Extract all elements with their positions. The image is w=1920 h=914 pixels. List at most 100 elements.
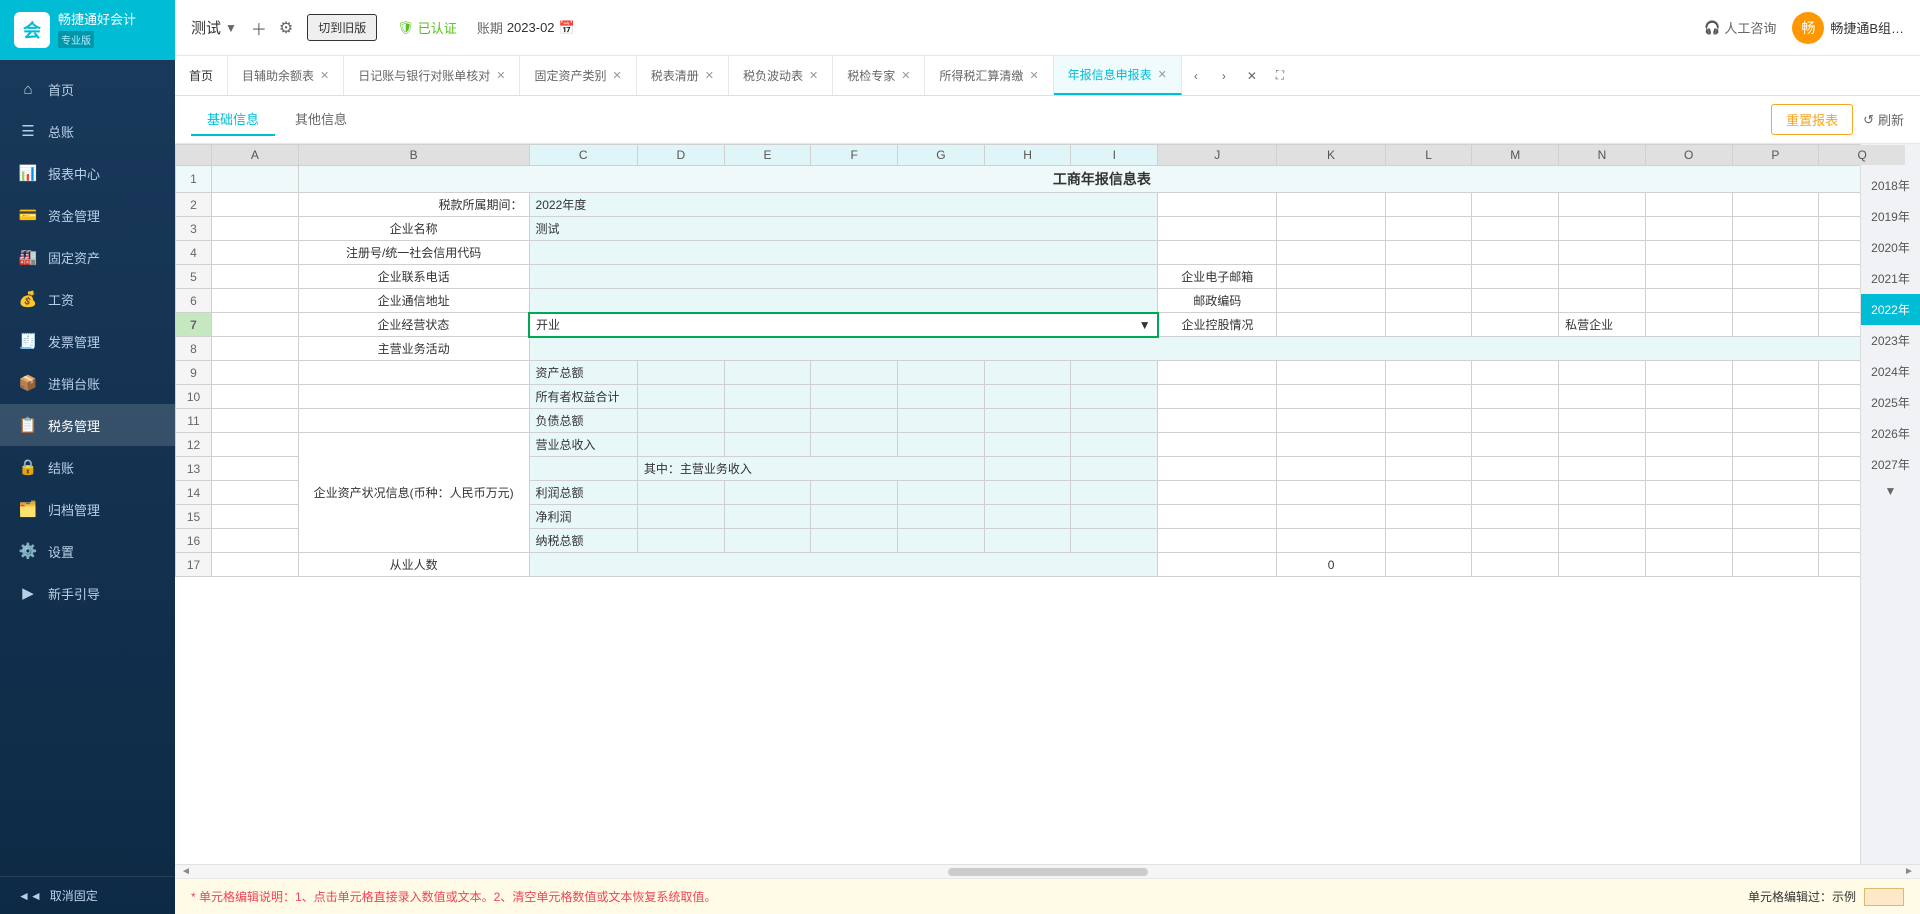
cell-9-p[interactable] <box>1732 361 1819 385</box>
cell-14-p[interactable] <box>1732 481 1819 505</box>
cell-14-o[interactable] <box>1645 481 1732 505</box>
cell-7-dropdown[interactable]: 开业 ▼ <box>529 313 1158 337</box>
tab-next-button[interactable]: › <box>1210 56 1238 95</box>
sidebar-item-close[interactable]: 🔒 结账 <box>0 446 175 488</box>
tab-home[interactable]: 首页 <box>175 56 228 95</box>
cell-12-d[interactable] <box>637 433 724 457</box>
cell-17-c[interactable] <box>529 553 1158 577</box>
cell-16-h[interactable] <box>984 529 1071 553</box>
cell-4-l[interactable] <box>1385 241 1472 265</box>
tab-annualreport[interactable]: 年报信息申报表 ✕ <box>1054 56 1182 95</box>
cell-7-j[interactable]: 企业控股情况 <box>1158 313 1277 337</box>
sheet-main[interactable]: A B C D E F G H I J K L <box>175 144 1906 864</box>
cell-13-k[interactable] <box>1277 457 1385 481</box>
sidebar-item-inventory[interactable]: 📦 进销台账 <box>0 362 175 404</box>
cell-15-k[interactable] <box>1277 505 1385 529</box>
cell-15-g[interactable] <box>898 505 985 529</box>
cell-9-e[interactable] <box>724 361 811 385</box>
tab-annualreport-close[interactable]: ✕ <box>1158 68 1167 81</box>
hscroll-thumb[interactable] <box>948 868 1148 876</box>
cell-4-k[interactable] <box>1277 241 1385 265</box>
cell-13-n[interactable] <box>1559 457 1646 481</box>
cell-16-n[interactable] <box>1559 529 1646 553</box>
cell-4-c[interactable] <box>529 241 1158 265</box>
cell-15-c[interactable]: 净利润 <box>529 505 637 529</box>
cell-11-g[interactable] <box>898 409 985 433</box>
cell-10-c[interactable]: 所有者权益合计 <box>529 385 637 409</box>
cell-6-o[interactable] <box>1645 289 1732 313</box>
cell-16-j[interactable] <box>1158 529 1277 553</box>
cell-11-o[interactable] <box>1645 409 1732 433</box>
cell-5-m[interactable] <box>1472 265 1559 289</box>
cell-16-f[interactable] <box>811 529 898 553</box>
cell-4-j[interactable] <box>1158 241 1277 265</box>
cell-14-m[interactable] <box>1472 481 1559 505</box>
cell-14-j[interactable] <box>1158 481 1277 505</box>
cell-10-j[interactable] <box>1158 385 1277 409</box>
cell-2-k[interactable] <box>1277 193 1385 217</box>
cell-13-a[interactable] <box>212 457 299 481</box>
cell-8-a[interactable] <box>212 337 299 361</box>
cell-14-d[interactable] <box>637 481 724 505</box>
cell-5-l[interactable] <box>1385 265 1472 289</box>
cell-15-h[interactable] <box>984 505 1071 529</box>
cell-15-j[interactable] <box>1158 505 1277 529</box>
cell-17-k[interactable]: 0 <box>1277 553 1385 577</box>
cell-15-e[interactable] <box>724 505 811 529</box>
year-item-2020[interactable]: 2020年 <box>1861 232 1920 263</box>
topbar-dropdown-icon[interactable]: ▼ <box>225 21 237 35</box>
cell-7-m[interactable] <box>1472 313 1559 337</box>
cell-14-i[interactable] <box>1071 481 1158 505</box>
cell-3-b[interactable]: 企业名称 <box>298 217 529 241</box>
tab-taxcheck-close[interactable]: ✕ <box>901 69 910 82</box>
cell-11-i[interactable] <box>1071 409 1158 433</box>
cell-4-n[interactable] <box>1559 241 1646 265</box>
year-item-2021[interactable]: 2021年 <box>1861 263 1920 294</box>
cell-15-d[interactable] <box>637 505 724 529</box>
sidebar-item-assets[interactable]: 🏭 固定资产 <box>0 236 175 278</box>
cell-16-a[interactable] <box>212 529 299 553</box>
tab-close-all-button[interactable]: ✕ <box>1238 56 1266 95</box>
cell-12-a[interactable] <box>212 433 299 457</box>
cell-12-n[interactable] <box>1559 433 1646 457</box>
sidebar-item-tax[interactable]: 📋 税务管理 <box>0 404 175 446</box>
topbar-add-button[interactable]: ＋ <box>251 16 267 40</box>
cell-7-a[interactable] <box>212 313 299 337</box>
calendar-icon[interactable]: 📅 <box>559 20 575 36</box>
cell-14-f[interactable] <box>811 481 898 505</box>
cell-1-a[interactable] <box>212 166 299 193</box>
cell-9-c[interactable]: 资产总额 <box>529 361 637 385</box>
tab-incometax[interactable]: 所得税汇算清缴 ✕ <box>925 56 1053 95</box>
cell-7-p[interactable] <box>1732 313 1819 337</box>
tab-taxcheck[interactable]: 税检专家 ✕ <box>833 56 925 95</box>
tab-journal[interactable]: 日记账与银行对账单核对 ✕ <box>344 56 520 95</box>
sidebar-item-invoice[interactable]: 🧾 发票管理 <box>0 320 175 362</box>
cell-10-d[interactable] <box>637 385 724 409</box>
hscroll-left-button[interactable]: ◄ <box>179 866 193 877</box>
year-item-2022[interactable]: 2022年 <box>1861 294 1920 325</box>
tab-prev-button[interactable]: ‹ <box>1182 56 1210 95</box>
year-item-2025[interactable]: 2025年 <box>1861 387 1920 418</box>
sub-tab-other[interactable]: 其他信息 <box>279 103 363 136</box>
cell-7-b[interactable]: 企业经营状态 <box>298 313 529 337</box>
cell-5-n[interactable] <box>1559 265 1646 289</box>
cell-13-o[interactable] <box>1645 457 1732 481</box>
cell-3-m[interactable] <box>1472 217 1559 241</box>
sidebar-item-archive[interactable]: 🗂️ 归档管理 <box>0 488 175 530</box>
cell-9-j[interactable] <box>1158 361 1277 385</box>
cell-3-k[interactable] <box>1277 217 1385 241</box>
cell-2-n[interactable] <box>1559 193 1646 217</box>
cell-10-o[interactable] <box>1645 385 1732 409</box>
cell-11-j[interactable] <box>1158 409 1277 433</box>
cell-15-a[interactable] <box>212 505 299 529</box>
tab-taxreturn-close[interactable]: ✕ <box>705 69 714 82</box>
cell-9-k[interactable] <box>1277 361 1385 385</box>
cell-12-h[interactable] <box>984 433 1071 457</box>
cell-10-h[interactable] <box>984 385 1071 409</box>
cell-4-p[interactable] <box>1732 241 1819 265</box>
cell-16-d[interactable] <box>637 529 724 553</box>
tab-taxreturn[interactable]: 税表清册 ✕ <box>637 56 729 95</box>
cell-2-m[interactable] <box>1472 193 1559 217</box>
year-item-2024[interactable]: 2024年 <box>1861 356 1920 387</box>
cell-11-f[interactable] <box>811 409 898 433</box>
